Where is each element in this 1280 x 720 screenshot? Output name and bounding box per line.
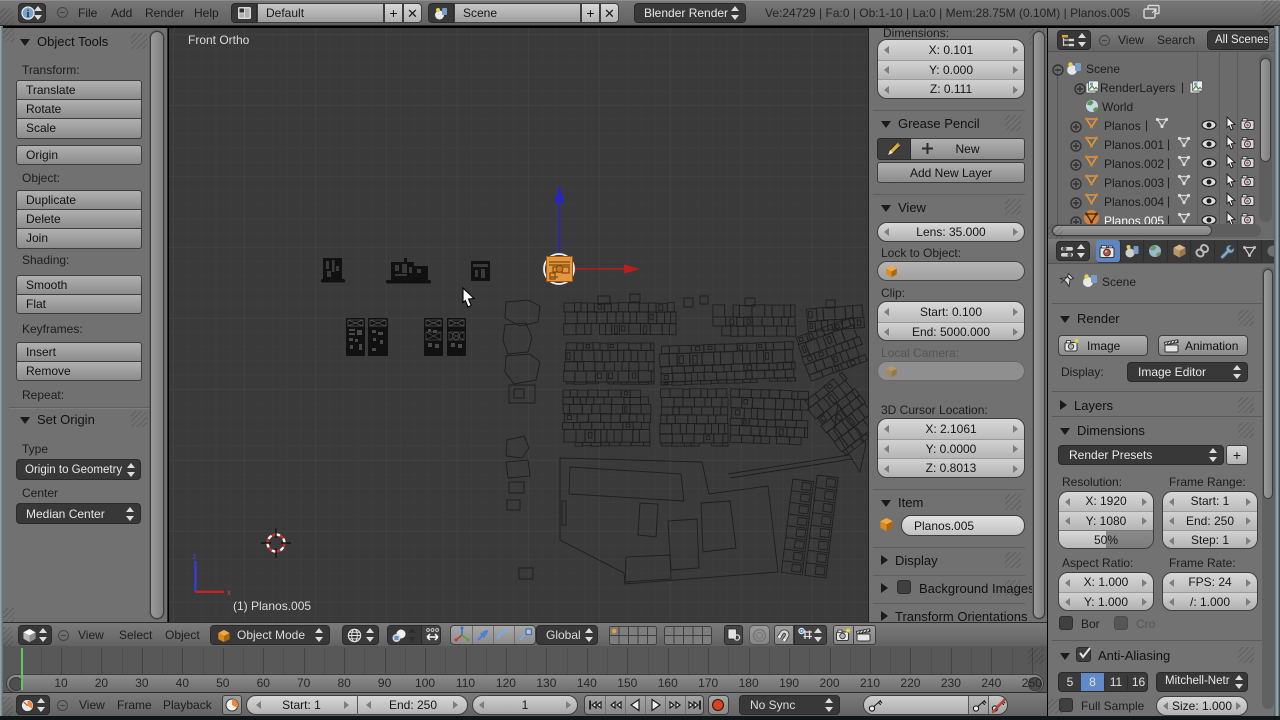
svg-text:x: x <box>227 588 231 597</box>
svg-text:z: z <box>193 553 197 561</box>
svg-text:i: i <box>27 9 30 20</box>
